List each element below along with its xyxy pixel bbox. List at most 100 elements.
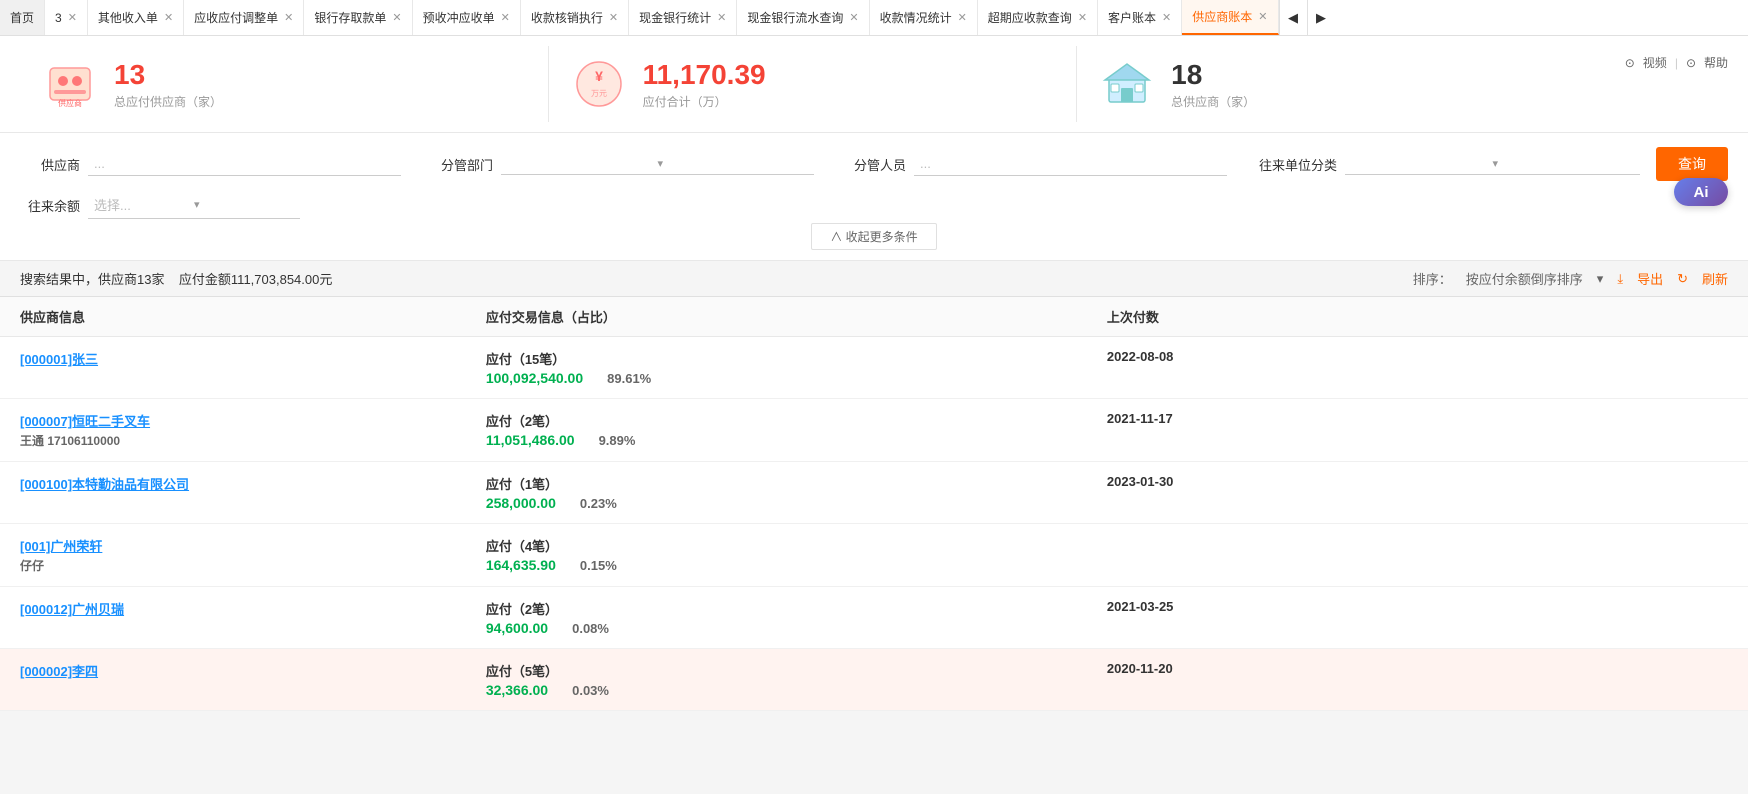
nav-item-overdue-query[interactable]: 超期应收款查询 ✕: [978, 0, 1098, 35]
tx-amount-3[interactable]: 164,635.90: [486, 557, 556, 573]
supplier-col-4: [000012]广州贝瑞: [20, 599, 486, 618]
export-button[interactable]: 导出: [1637, 269, 1663, 288]
link-circle-icon: ⊙: [1625, 56, 1635, 70]
summary-bar: 供应商 13 总应付供应商（家） ¥ 万元 11,170.39 应付合计（万）: [0, 36, 1748, 133]
filter-item-balance: 往来余额 选择... ▾: [20, 191, 300, 219]
query-button[interactable]: 查询: [1656, 147, 1728, 181]
filter-input-person[interactable]: [914, 152, 1227, 176]
filter-item-person: 分管人员: [846, 152, 1227, 176]
nav-item-customer-ledger[interactable]: 客户账本 ✕: [1098, 0, 1182, 35]
card-content-amount: 11,170.39 应付合计（万）: [643, 58, 766, 111]
top-nav: 首页 3 ✕ 其他收入单 ✕ 应收应付调整单 ✕ 银行存取款单 ✕ 预收冲应收单…: [0, 0, 1748, 36]
nav-item-home[interactable]: 首页: [0, 0, 45, 35]
nav-item-ar-ap-adjust[interactable]: 应收应付调整单 ✕: [184, 0, 304, 35]
nav-item-cash-flow-query[interactable]: 现金银行流水查询 ✕: [737, 0, 869, 35]
nav-label-overdue-query: 超期应收款查询: [988, 9, 1072, 26]
tx-amount-5[interactable]: 32,366.00: [486, 682, 548, 698]
tx-amount-4[interactable]: 94,600.00: [486, 620, 548, 636]
nav-item-other-income[interactable]: 其他收入单 ✕: [88, 0, 184, 35]
lastpay-date-1: 2021-11-17: [1107, 411, 1173, 426]
nav-close-3[interactable]: ✕: [68, 11, 77, 24]
card-icon-store: [1097, 54, 1157, 114]
link-video[interactable]: 视频: [1643, 54, 1667, 71]
table-row: [001]广州荣轩 仔仔 应付（4笔） 164,635.90 0.15%: [0, 524, 1748, 587]
col-header-supplier: 供应商信息: [20, 307, 486, 326]
table-row: [000012]广州贝瑞 应付（2笔） 94,600.00 0.08% 2021…: [0, 587, 1748, 649]
nav-item-cash-bank-stats[interactable]: 现金银行统计 ✕: [629, 0, 737, 35]
filter-input-supplier[interactable]: [88, 152, 401, 176]
tx-amount-0[interactable]: 100,092,540.00: [486, 370, 583, 386]
nav-item-receipt-execute[interactable]: 收款核销执行 ✕: [521, 0, 629, 35]
transaction-col-2: 应付（1笔） 258,000.00 0.23%: [486, 474, 1107, 511]
tx-amount-1[interactable]: 11,051,486.00: [486, 432, 575, 448]
tx-amount-2[interactable]: 258,000.00: [486, 495, 556, 511]
transaction-col-0: 应付（15笔） 100,092,540.00 89.61%: [486, 349, 1107, 386]
lastpay-date-0: 2022-08-08: [1107, 349, 1174, 364]
card-value-suppliers: 13: [114, 58, 222, 92]
link-help[interactable]: 帮助: [1704, 54, 1728, 71]
export-icon: ⤓: [1617, 271, 1623, 287]
filter-row-2: 往来余额 选择... ▾: [20, 191, 1728, 219]
supplier-link-3[interactable]: [001]广州荣轩: [20, 536, 486, 555]
filter-select-unit-class[interactable]: ▾: [1345, 153, 1640, 175]
filter-label-unit-class: 往来单位分类: [1259, 155, 1337, 174]
nav-close-bank-deposit[interactable]: ✕: [392, 11, 401, 24]
tx-percent-2: 0.23%: [580, 496, 617, 511]
card-label-total-suppliers: 总供应商（家）: [1171, 93, 1255, 110]
filter-label-balance: 往来余额: [20, 196, 80, 215]
supplier-link-4[interactable]: [000012]广州贝瑞: [20, 599, 486, 618]
result-info: 搜索结果中，供应商13家 应付金额111,703,854.00元: [20, 269, 332, 288]
filter-row-1: 供应商 分管部门 ▾ 分管人员 往来单位分类 ▾ 查询: [20, 147, 1728, 181]
chevron-down-icon-balance: ▾: [194, 198, 294, 211]
transaction-col-5: 应付（5笔） 32,366.00 0.03%: [486, 661, 1107, 698]
supplier-link-2[interactable]: [000100]本特勤油品有限公司: [20, 474, 486, 493]
nav-item-bank-deposit[interactable]: 银行存取款单 ✕: [304, 0, 412, 35]
nav-close-cash-flow-query[interactable]: ✕: [849, 11, 858, 24]
nav-close-ar-ap-adjust[interactable]: ✕: [284, 11, 293, 24]
supplier-sub-1: 王通 17106110000: [20, 432, 486, 449]
nav-close-supplier-ledger[interactable]: ✕: [1258, 10, 1267, 23]
refresh-icon: ↻: [1677, 271, 1688, 287]
result-bar: 搜索结果中，供应商13家 应付金额111,703,854.00元 排序： 按应付…: [0, 261, 1748, 297]
nav-item-collection-stats[interactable]: 收款情况统计 ✕: [870, 0, 978, 35]
supplier-col-5: [000002]李四: [20, 661, 486, 680]
tx-row-4: 94,600.00 0.08%: [486, 618, 1107, 636]
nav-arrow-left[interactable]: ◀: [1279, 0, 1307, 36]
card-content-total-suppliers: 18 总供应商（家）: [1171, 58, 1255, 111]
link-circle-icon2: ⊙: [1686, 56, 1696, 70]
svg-text:¥: ¥: [595, 68, 603, 84]
sort-value[interactable]: 按应付余额倒序排序: [1466, 269, 1583, 288]
supplier-link-5[interactable]: [000002]李四: [20, 661, 486, 680]
tx-label-5: 应付（5笔）: [486, 661, 1107, 680]
lastpay-date-2: 2023-01-30: [1107, 474, 1174, 489]
collapse-button[interactable]: ∧ 收起更多条件: [811, 223, 936, 250]
ai-button[interactable]: Ai: [1674, 178, 1728, 206]
nav-item-supplier-ledger[interactable]: 供应商账本 ✕: [1182, 0, 1278, 35]
link-sep: |: [1675, 56, 1678, 70]
tx-percent-4: 0.08%: [572, 621, 609, 636]
nav-close-other-income[interactable]: ✕: [164, 11, 173, 24]
refresh-button[interactable]: 刷新: [1702, 269, 1728, 288]
nav-item-3[interactable]: 3 ✕: [45, 0, 88, 35]
filter-select-balance[interactable]: 选择... ▾: [88, 191, 300, 219]
nav-label-supplier-ledger: 供应商账本: [1192, 8, 1252, 25]
nav-arrow-right[interactable]: ▶: [1307, 0, 1335, 36]
col-header-transaction: 应付交易信息（占比）: [486, 307, 1107, 326]
supplier-link-0[interactable]: [000001]张三: [20, 349, 486, 368]
card-icon-amount: ¥ 万元: [569, 54, 629, 114]
card-label-suppliers: 总应付供应商（家）: [114, 93, 222, 110]
filter-select-dept[interactable]: ▾: [501, 153, 814, 175]
nav-close-receipt-execute[interactable]: ✕: [609, 11, 618, 24]
nav-close-customer-ledger[interactable]: ✕: [1162, 11, 1171, 24]
tx-label-1: 应付（2笔）: [486, 411, 1107, 430]
col-header-extra: [1417, 307, 1728, 326]
nav-close-advance-receivable[interactable]: ✕: [501, 11, 510, 24]
lastpay-date-5: 2020-11-20: [1107, 661, 1173, 676]
filter-area: 供应商 分管部门 ▾ 分管人员 往来单位分类 ▾ 查询 往来: [0, 133, 1748, 261]
svg-text:万元: 万元: [591, 89, 607, 98]
supplier-link-1[interactable]: [000007]恒旺二手叉车: [20, 411, 486, 430]
nav-close-overdue-query[interactable]: ✕: [1078, 11, 1087, 24]
nav-close-cash-bank-stats[interactable]: ✕: [717, 11, 726, 24]
nav-item-advance-receivable[interactable]: 预收冲应收单 ✕: [413, 0, 521, 35]
nav-close-collection-stats[interactable]: ✕: [958, 11, 967, 24]
